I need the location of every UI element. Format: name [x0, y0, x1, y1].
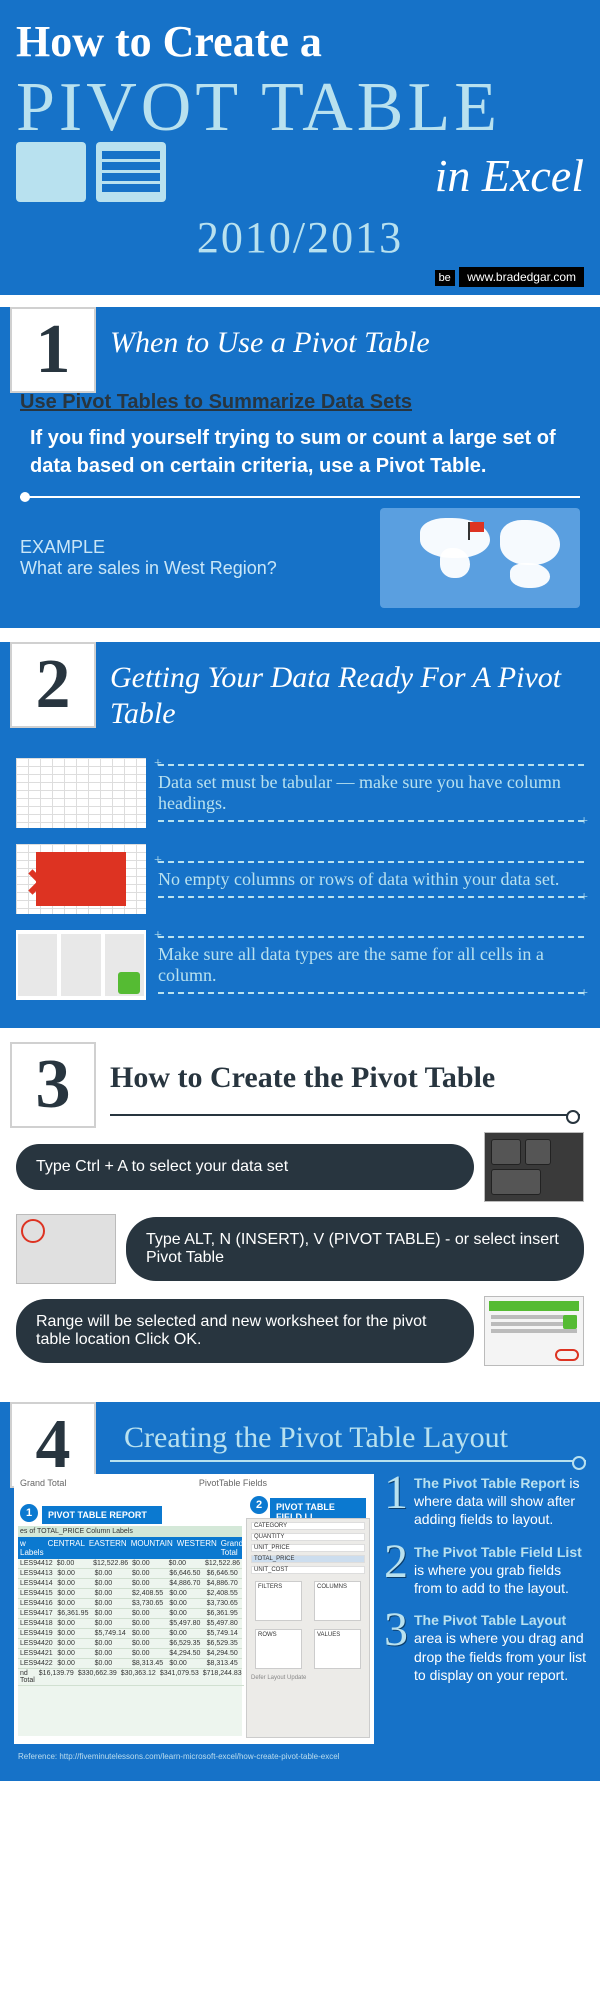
dialog-icon [484, 1296, 584, 1366]
section-data-ready: 2 Getting Your Data Ready For A Pivot Ta… [0, 642, 600, 1028]
table-row: LES94418$0.00$0.00$0.00$5,497.80$5,497.8… [18, 1619, 242, 1629]
panel-report-label: PIVOT TABLE REPORT [42, 1506, 162, 1524]
reference-text: Reference: http://fiveminutelessons.com/… [14, 1744, 586, 1761]
tip-row-1: Data set must be tabular — make sure you… [0, 750, 600, 836]
list-item: 3 The Pivot Table Layout area is where y… [384, 1611, 586, 1684]
example-question: What are sales in West Region? [20, 558, 380, 579]
header-line2: PIVOT TABLE [16, 73, 584, 143]
tip-3-text: Make sure all data types are the same fo… [158, 936, 584, 994]
pivot-screenshot: Grand Total PivotTable Fields 1 2 3 PIVO… [14, 1474, 374, 1744]
keyboard-icon [484, 1132, 584, 1202]
section-4-title: Creating the Pivot Table Layout [14, 1402, 586, 1460]
example-text: EXAMPLE What are sales in West Region? [20, 537, 380, 579]
badge-1: 1 [20, 1504, 38, 1522]
list-item: 2 The Pivot Table Field List is where yo… [384, 1543, 586, 1598]
pivot-field-pane: CATEGORY QUANTITY UNIT_PRICE TOTAL_PRICE… [246, 1518, 370, 1738]
step-3-text: Range will be selected and new worksheet… [16, 1299, 474, 1363]
tabular-data-icon [16, 758, 146, 828]
world-map-icon [380, 508, 580, 608]
table-row: LES94422$0.00$0.00$8,313.45$0.00$8,313.4… [18, 1659, 242, 1669]
list-item: 1 The Pivot Table Report is where data w… [384, 1474, 586, 1529]
section-layout: 4 Creating the Pivot Table Layout Grand … [0, 1402, 600, 1781]
step-row-1: Type Ctrl + A to select your data set [0, 1126, 600, 1208]
site-url: www.bradedgar.com [459, 267, 584, 287]
item-number: 2 [384, 1543, 408, 1598]
table-row: nd Total$16,139.79$330,662.39$30,363.12$… [18, 1669, 242, 1686]
data-types-icon [16, 930, 146, 1000]
step-row-2: Type ALT, N (INSERT), V (PIVOT TABLE) - … [0, 1208, 600, 1290]
table-row: LES94417$6,361.95$0.00$0.00$0.00$6,361.9… [18, 1609, 242, 1619]
title-rule [110, 1114, 580, 1116]
shot-grand-total-label: Grand Total PivotTable Fields [20, 1478, 267, 1488]
step-2-text: Type ALT, N (INSERT), V (PIVOT TABLE) - … [126, 1217, 584, 1281]
table-row: LES94412$0.00$12,522.86$0.00$0.00$12,522… [18, 1559, 242, 1569]
step-number-1: 1 [10, 307, 96, 393]
step-1-text: Type Ctrl + A to select your data set [16, 1144, 474, 1190]
logo-be: be [435, 270, 455, 286]
divider [20, 496, 580, 498]
url-bar: be www.bradedgar.com [16, 267, 584, 287]
tip-row-2: No empty columns or rows of data within … [0, 836, 600, 922]
table-row: LES94416$0.00$0.00$3,730.65$0.00$3,730.6… [18, 1599, 242, 1609]
example-label: EXAMPLE [20, 537, 380, 558]
section-1-body: If you find yourself trying to sum or co… [0, 418, 600, 486]
table-row: LES94413$0.00$0.00$0.00$6,646.50$6,646.5… [18, 1569, 242, 1579]
table-header: w Labels CENTRALEASTERNMOUNTAINWESTERNGr… [18, 1537, 242, 1559]
table-row: LES94419$0.00$5,749.14$0.00$0.00$5,749.1… [18, 1629, 242, 1639]
ribbon-icon [16, 1214, 116, 1284]
table-row: LES94415$0.00$0.00$2,408.55$0.00$2,408.5… [18, 1589, 242, 1599]
step-number-3: 3 [10, 1042, 96, 1128]
layout-explain-list: 1 The Pivot Table Report is where data w… [384, 1474, 586, 1744]
tip-1-text: Data set must be tabular — make sure you… [158, 764, 584, 822]
checklist-icon [96, 142, 166, 202]
spreadsheet-icon [16, 142, 86, 202]
table-row: LES94414$0.00$0.00$0.00$4,886.70$4,886.7… [18, 1579, 242, 1589]
table-row: LES94420$0.00$0.00$0.00$6,529.35$6,529.3… [18, 1639, 242, 1649]
table-row: LES94421$0.00$0.00$0.00$4,294.50$4,294.5… [18, 1649, 242, 1659]
header-line1: How to Create a [16, 16, 584, 67]
item-text: The Pivot Table Field List is where you … [414, 1543, 586, 1598]
item-number: 3 [384, 1611, 408, 1684]
title-rule-4 [110, 1460, 586, 1462]
item-text: The Pivot Table Report is where data wil… [414, 1474, 586, 1529]
tip-2-text: No empty columns or rows of data within … [158, 861, 584, 898]
section-how-to-create: 3 How to Create the Pivot Table Type Ctr… [0, 1042, 600, 1388]
tip-row-3: Make sure all data types are the same fo… [0, 922, 600, 1008]
pivot-report-table: es of TOTAL_PRICE Column Labels w Labels… [18, 1526, 242, 1736]
table-col-labels: es of TOTAL_PRICE Column Labels [18, 1526, 242, 1537]
badge-2: 2 [250, 1496, 268, 1514]
item-number: 1 [384, 1474, 408, 1529]
step-row-3: Range will be selected and new worksheet… [0, 1290, 600, 1372]
header-line4: 2010/2013 [16, 212, 584, 263]
no-empty-icon [16, 844, 146, 914]
flag-icon [470, 522, 484, 532]
step-number-2: 2 [10, 642, 96, 728]
item-text: The Pivot Table Layout area is where you… [414, 1611, 586, 1684]
header: How to Create a PIVOT TABLE in Excel 201… [0, 0, 600, 295]
section-when-to-use: 1 When to Use a Pivot Table Use Pivot Ta… [0, 307, 600, 628]
